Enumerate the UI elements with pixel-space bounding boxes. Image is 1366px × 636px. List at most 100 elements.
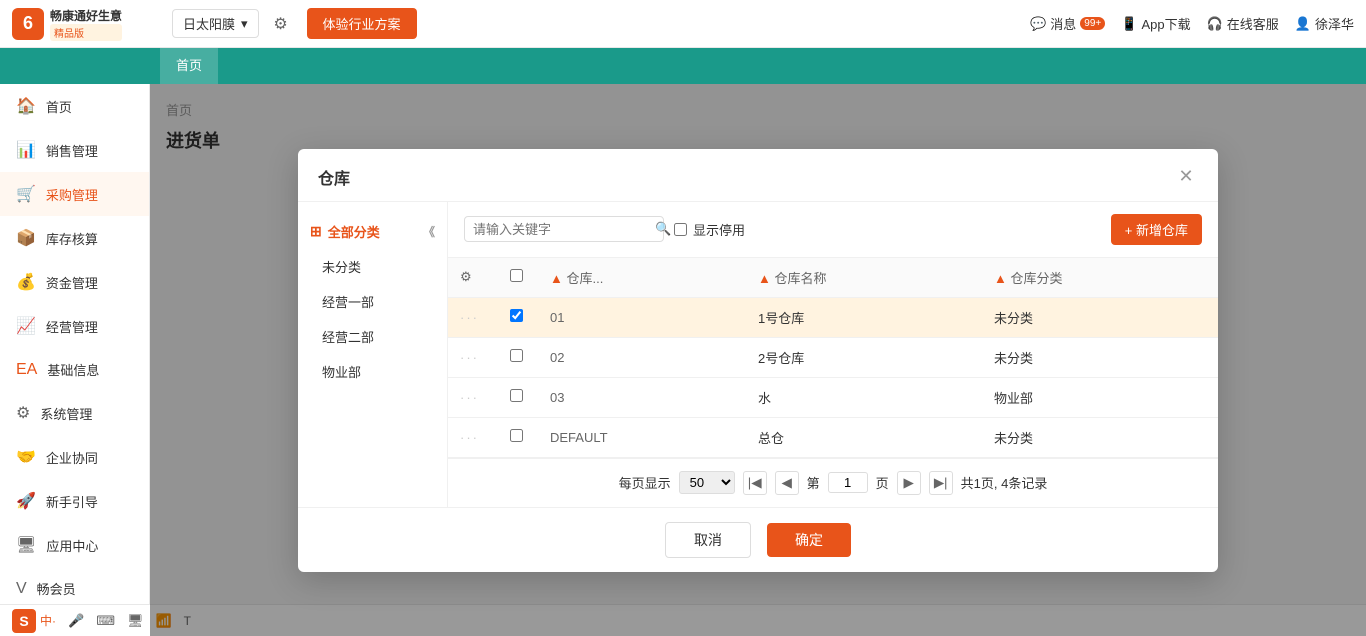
row-category: 未分类 — [982, 297, 1218, 337]
row-category: 未分类 — [982, 417, 1218, 457]
table-row[interactable]: ··· 02 2号仓库 未分类 — [448, 337, 1218, 377]
sidebar-item-operations[interactable]: 📈 经营管理 — [0, 304, 149, 348]
last-page-button[interactable]: ▶| — [929, 471, 953, 495]
s-logo-icon: S — [12, 609, 36, 633]
sidebar-item-inventory[interactable]: 📦 库存核算 — [0, 216, 149, 260]
inventory-icon: 📦 — [16, 228, 36, 248]
message-badge: 99+ — [1080, 17, 1105, 30]
sidebar-label-inventory: 库存核算 — [46, 229, 98, 248]
row-more[interactable]: ··· — [448, 297, 498, 337]
row-checkbox[interactable] — [498, 337, 538, 377]
category-operations-2[interactable]: 经营二部 — [298, 319, 447, 354]
sales-icon: 📊 — [16, 140, 36, 160]
sidebar-label-app-center: 应用中心 — [46, 536, 98, 555]
row-code: DEFAULT — [538, 417, 746, 457]
row-category: 物业部 — [982, 377, 1218, 417]
row-select-checkbox[interactable] — [510, 389, 523, 402]
th-checkbox — [498, 258, 538, 298]
per-page-label: 每页显示 — [619, 473, 671, 492]
table-row[interactable]: ··· 03 水 物业部 — [448, 377, 1218, 417]
row-select-checkbox[interactable] — [510, 429, 523, 442]
sidebar-item-sales[interactable]: 📊 销售管理 — [0, 128, 149, 172]
show-disabled-label[interactable]: 显示停用 — [674, 220, 745, 239]
try-industry-button[interactable]: 体验行业方案 — [307, 8, 417, 39]
category-operations-1[interactable]: 经营一部 — [298, 284, 447, 319]
modal-footer: 取消 确定 — [298, 507, 1218, 572]
grid-icon: ⊞ — [310, 223, 322, 240]
sidebar-item-guide[interactable]: 🚀 新手引导 — [0, 479, 149, 523]
modal-title: 仓库 — [318, 165, 350, 189]
modal-pagination: 每页显示 50 20 100 |◀ ◀ 第 页 ▶ ▶| 共1页, 4 — [448, 458, 1218, 507]
cancel-button[interactable]: 取消 — [665, 522, 751, 558]
category-unclassified[interactable]: 未分类 — [298, 249, 447, 284]
app-download-button[interactable]: 📱 App下载 — [1121, 14, 1190, 33]
show-disabled-text: 显示停用 — [693, 220, 745, 239]
show-disabled-checkbox[interactable] — [674, 223, 687, 236]
table-row[interactable]: ··· DEFAULT 总仓 未分类 — [448, 417, 1218, 457]
sidebar-item-app-center[interactable]: 🖥 应用中心 — [0, 523, 149, 567]
dropdown-arrow-icon: ▾ — [241, 16, 248, 32]
row-name: 水 — [746, 377, 982, 417]
message-icon: 💬 — [1030, 16, 1046, 32]
app-name: 畅康通好生意 — [50, 7, 122, 24]
prev-page-button[interactable]: ◀ — [775, 471, 799, 495]
app-center-icon: 🖥 — [16, 535, 36, 555]
system-icon: ⚙ — [16, 403, 30, 423]
sidebar-label-home: 首页 — [46, 97, 72, 116]
headset-icon: 🎧 — [1207, 16, 1223, 32]
sidebar-item-home[interactable]: 🏠 首页 — [0, 84, 149, 128]
sidebar-label-purchase: 采购管理 — [46, 185, 98, 204]
th-category: ▲ 仓库分类 — [982, 258, 1218, 298]
finance-icon: 💰 — [16, 272, 36, 292]
sidebar-item-basic-info[interactable]: EA 基础信息 — [0, 348, 149, 391]
row-name: 总仓 — [746, 417, 982, 457]
row-checkbox[interactable] — [498, 297, 538, 337]
sidebar-item-finance[interactable]: 💰 资金管理 — [0, 260, 149, 304]
warehouse-table-wrapper: ⚙ ▲ 仓库... ▲ 仓库名称 ▲ 仓库分类 ··· 01 1号仓库 — [448, 258, 1218, 458]
user-profile-button[interactable]: 👤 徐泽华 — [1295, 14, 1354, 33]
confirm-button[interactable]: 确定 — [767, 523, 851, 557]
category-all-header[interactable]: ⊞ 全部分类 《 — [298, 214, 447, 249]
select-all-checkbox[interactable] — [510, 269, 523, 282]
first-page-button[interactable]: |◀ — [743, 471, 767, 495]
per-page-select[interactable]: 50 20 100 — [679, 471, 735, 494]
search-icon[interactable]: 🔍 — [655, 221, 671, 237]
row-code: 02 — [538, 337, 746, 377]
search-input[interactable] — [473, 222, 649, 237]
row-more[interactable]: ··· — [448, 417, 498, 457]
messages-button[interactable]: 💬 消息 99+ — [1030, 14, 1105, 33]
nav-home[interactable]: 首页 — [160, 48, 218, 84]
store-selector[interactable]: 日太阳膜 ▾ — [172, 9, 259, 38]
row-more[interactable]: ··· — [448, 377, 498, 417]
online-service-button[interactable]: 🎧 在线客服 — [1207, 14, 1279, 33]
page-number-input[interactable] — [828, 472, 868, 493]
add-warehouse-button[interactable]: + 新增仓库 — [1111, 214, 1202, 245]
modal-close-button[interactable]: ✕ — [1174, 165, 1198, 189]
row-more[interactable]: ··· — [448, 337, 498, 377]
collapse-button[interactable]: 《 — [423, 223, 435, 240]
category-panel: ⊞ 全部分类 《 未分类 经营一部 经营二部 物业部 — [298, 202, 448, 507]
sidebar-item-enterprise[interactable]: 🤝 企业协同 — [0, 435, 149, 479]
logo-text: 畅康通好生意 精品版 — [50, 7, 122, 41]
row-checkbox[interactable] — [498, 417, 538, 457]
category-property[interactable]: 物业部 — [298, 354, 447, 389]
store-name: 日太阳膜 — [183, 14, 235, 33]
sidebar-item-system[interactable]: ⚙ 系统管理 — [0, 391, 149, 435]
bottom-keyboard-icon: ⌨ — [96, 613, 115, 629]
row-select-checkbox[interactable] — [510, 349, 523, 362]
row-code: 03 — [538, 377, 746, 417]
avatar-icon: 👤 — [1295, 16, 1311, 32]
sidebar-item-purchase[interactable]: 🛒 采购管理 — [0, 172, 149, 216]
modal-overlay: 仓库 ✕ ⊞ 全部分类 《 未分类 经营一部 经营二部 物业部 — [150, 84, 1366, 636]
sidebar: 🏠 首页 📊 销售管理 🛒 采购管理 📦 库存核算 💰 资金管理 📈 经营管理 … — [0, 84, 150, 636]
table-row[interactable]: ··· 01 1号仓库 未分类 — [448, 297, 1218, 337]
th-name: ▲ 仓库名称 — [746, 258, 982, 298]
row-code: 01 — [538, 297, 746, 337]
page-label: 页 — [876, 473, 889, 492]
row-select-checkbox[interactable] — [510, 309, 523, 322]
settings-button[interactable]: ⚙ — [265, 8, 297, 40]
message-label: 消息 — [1050, 14, 1076, 33]
logo-icon: 6 — [12, 8, 44, 40]
next-page-button[interactable]: ▶ — [897, 471, 921, 495]
row-checkbox[interactable] — [498, 377, 538, 417]
